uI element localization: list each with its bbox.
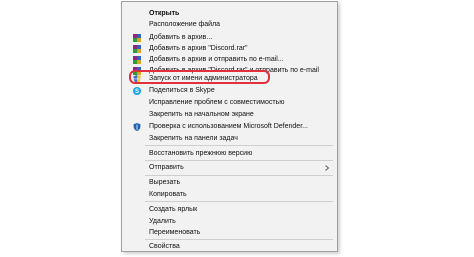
menu-separator: [145, 145, 333, 146]
menu-item-defender-scan[interactable]: Проверка с использованием Microsoft Defe…: [122, 121, 337, 133]
menu-item-label: Создать ярлык: [149, 206, 198, 213]
winrar-icon: [133, 56, 141, 64]
winrar-icon: [133, 45, 141, 53]
menu-item-label: Проверка с использованием Microsoft Defe…: [149, 123, 308, 130]
menu-item-restore-version[interactable]: Восстановить прежнюю версию: [122, 148, 337, 160]
highlight-frame: [129, 70, 270, 84]
menu-separator: [145, 175, 333, 176]
skype-icon: S: [133, 87, 141, 95]
menu-item-troubleshoot-compat[interactable]: Исправление проблем с совместимостью: [122, 97, 337, 109]
menu-item-file-location[interactable]: Расположение файла: [122, 19, 337, 31]
svg-text:S: S: [135, 89, 139, 95]
menu-item-label: Закрепить на панели задач: [149, 135, 238, 142]
menu-item-label: Отправить: [149, 164, 184, 171]
menu-item-label: Вырезать: [149, 179, 181, 186]
defender-icon: [133, 123, 141, 131]
menu-item-label: Исправление проблем с совместимостью: [149, 99, 285, 106]
menu-item-label: Свойства: [149, 243, 180, 250]
menu-item-label: Восстановить прежнюю версию: [149, 150, 253, 157]
menu-item-share-skype[interactable]: S Поделиться в Skype: [122, 85, 337, 97]
menu-item-copy[interactable]: Копировать: [122, 189, 337, 201]
menu-item-properties[interactable]: Свойства: [122, 241, 337, 253]
menu-item-label: Переименовать: [149, 229, 201, 236]
menu-item-pin-taskbar[interactable]: Закрепить на панели задач: [122, 133, 337, 145]
menu-item-label: Копировать: [149, 191, 187, 198]
menu-item-cut[interactable]: Вырезать: [122, 177, 337, 189]
menu-item-label: Поделиться в Skype: [149, 87, 215, 94]
menu-separator: [145, 239, 333, 240]
context-menu: Открыть Расположение файла Добавить в ар…: [121, 1, 338, 252]
menu-item-pin-start[interactable]: Закрепить на начальном экране: [122, 109, 337, 121]
menu-separator: [145, 201, 333, 202]
menu-separator: [145, 160, 333, 161]
menu-item-send-to[interactable]: Отправить: [122, 162, 337, 174]
winrar-icon: [133, 34, 141, 42]
chevron-right-icon: [325, 165, 330, 171]
menu-item-label: Расположение файла: [149, 21, 221, 28]
menu-item-rename[interactable]: Переименовать: [122, 227, 337, 239]
menu-item-label: Закрепить на начальном экране: [149, 111, 254, 118]
menu-item-create-shortcut[interactable]: Создать ярлык: [122, 204, 337, 216]
